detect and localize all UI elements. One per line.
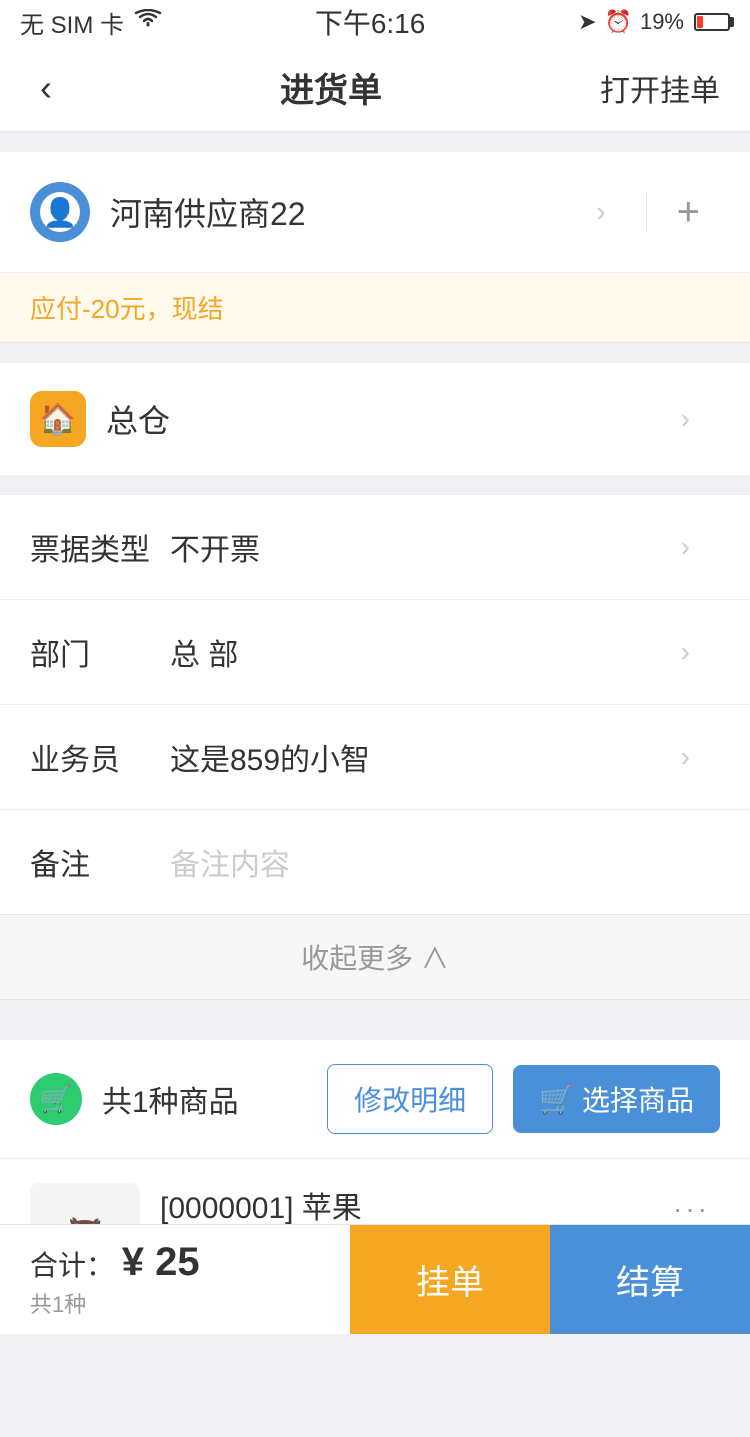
cart-icon: 🛒 [40,1084,72,1115]
select-product-cart-icon: 🛒 [539,1083,574,1116]
remark-row[interactable]: 备注 备注内容 [0,810,750,914]
salesperson-value: 这是859的小智 [150,735,681,779]
warehouse-chevron-icon: › [681,403,690,435]
product-name: [0000001] 苹果 [160,1183,643,1227]
house-icon: 🏠 [39,402,76,437]
add-supplier-button[interactable]: + [657,190,720,235]
collapse-label: 收起更多 ∧ [301,943,449,974]
alarm-icon: ⏰ [605,9,632,35]
salesperson-row[interactable]: 业务员 这是859的小智 › [0,705,750,810]
supplier-avatar: 👤 [30,182,90,242]
supplier-row[interactable]: 👤 河南供应商22 › + [0,152,750,273]
supplier-name: 河南供应商22 [110,189,596,235]
payable-notice: 应付-20元，现结 [0,273,750,343]
remark-label: 备注 [30,840,150,884]
carrier-label: 无 SIM 卡 [20,5,124,40]
total-count: 共1种 [30,1287,320,1319]
gap-1 [0,132,750,152]
nav-bar: ‹ 进货单 打开挂单 [0,44,750,132]
warehouse-row[interactable]: 🏠 总仓 › [0,363,750,475]
products-count: 共1种商品 [102,1077,307,1121]
time-display: 下午6:16 [315,2,426,42]
supplier-section: 👤 河南供应商22 › + 应付-20元，现结 [0,152,750,343]
divider [646,192,647,232]
warehouse-section: 🏠 总仓 › [0,363,750,475]
warehouse-icon-bg: 🏠 [30,391,86,447]
remark-input[interactable]: 备注内容 [150,840,720,884]
salesperson-label: 业务员 [30,735,150,779]
department-chevron-icon: › [681,636,690,668]
collapse-bar[interactable]: 收起更多 ∧ [0,914,750,1000]
bottom-bar: 合计： ¥ 25 共1种 挂单 结算 [0,1224,750,1334]
hang-button[interactable]: 挂单 [350,1225,550,1334]
total-amount: ¥ 25 [122,1240,200,1284]
battery-percent: 19% [640,9,684,35]
warehouse-name: 总仓 [106,396,681,442]
status-right: ➤ ⏰ 19% [578,9,730,35]
invoice-type-value: 不开票 [150,525,681,569]
edit-detail-button[interactable]: 修改明细 [327,1064,493,1134]
wifi-icon [134,8,162,36]
department-value: 总 部 [150,630,681,674]
open-hang-button[interactable]: 打开挂单 [600,66,720,110]
select-product-button[interactable]: 🛒 选择商品 [513,1065,720,1133]
back-button[interactable]: ‹ [30,57,62,119]
invoice-type-label: 票据类型 [30,525,150,569]
checkout-button[interactable]: 结算 [550,1225,750,1334]
status-left: 无 SIM 卡 [20,5,162,40]
gap-2 [0,343,750,363]
products-header: 🛒 共1种商品 修改明细 🛒 选择商品 [0,1040,750,1159]
department-row[interactable]: 部门 总 部 › [0,600,750,705]
gap-3 [0,1000,750,1020]
bottom-spacer [0,1317,750,1437]
invoice-type-chevron-icon: › [681,531,690,563]
status-bar: 无 SIM 卡 下午6:16 ➤ ⏰ 19% [0,0,750,44]
total-section: 合计： ¥ 25 共1种 [0,1225,350,1334]
page-title: 进货单 [280,63,382,112]
total-label: 合计： [30,1250,114,1281]
salesperson-chevron-icon: › [681,741,690,773]
supplier-chevron-icon: › [596,196,605,228]
more-dots-icon: ··· [673,1193,710,1225]
form-section: 票据类型 不开票 › 部门 总 部 › 业务员 这是859的小智 › 备注 备注… [0,495,750,914]
battery-icon [694,13,730,31]
location-icon: ➤ [578,9,596,35]
department-label: 部门 [30,630,150,674]
person-icon: 👤 [43,196,78,229]
invoice-type-row[interactable]: 票据类型 不开票 › [0,495,750,600]
products-icon-bg: 🛒 [30,1073,82,1125]
